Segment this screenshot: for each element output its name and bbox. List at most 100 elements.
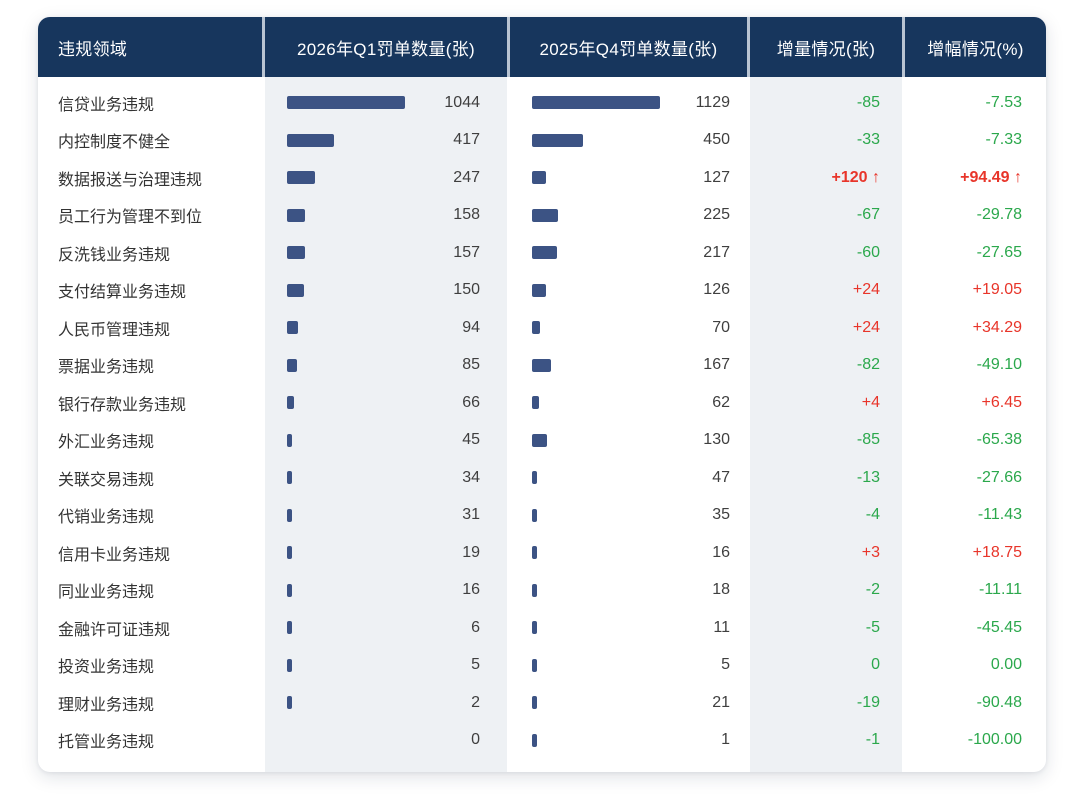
q1-value: 247 xyxy=(315,169,507,187)
q1-cell: 45 xyxy=(265,422,507,460)
violation-category-label: 外汇业务违规 xyxy=(38,422,262,460)
table-row: 票据业务违规 85 167 -82 -49.10 xyxy=(38,347,1046,385)
rate-value: -27.65 xyxy=(905,234,1046,272)
q4-cell: 167 xyxy=(510,347,747,385)
q1-cell: 66 xyxy=(265,384,507,422)
delta-value: -60 xyxy=(750,234,902,272)
q1-cell: 2 xyxy=(265,684,507,722)
header-delta-percent: 增幅情况(%) xyxy=(905,17,1046,77)
rate-value: +18.75 xyxy=(905,534,1046,572)
table-row: 代销业务违规 31 35 -4 -11.43 xyxy=(38,497,1046,535)
q4-cell: 35 xyxy=(510,497,747,535)
q4-cell: 70 xyxy=(510,309,747,347)
q1-bar xyxy=(287,359,297,372)
table-row: 员工行为管理不到位 158 225 -67 -29.78 xyxy=(38,197,1046,235)
q4-value: 16 xyxy=(537,544,747,562)
rate-value: -49.10 xyxy=(905,347,1046,385)
q1-value: 150 xyxy=(304,281,507,299)
table-row: 托管业务违规 0 1 -1 -100.00 xyxy=(38,722,1046,760)
q4-value: 130 xyxy=(547,431,747,449)
rate-value: -90.48 xyxy=(905,684,1046,722)
q4-bar xyxy=(532,284,546,297)
q4-value: 5 xyxy=(537,656,747,674)
q1-value: 0 xyxy=(287,731,507,749)
table-row: 关联交易违规 34 47 -13 -27.66 xyxy=(38,459,1046,497)
q1-value: 16 xyxy=(292,581,507,599)
q4-cell: 1129 xyxy=(510,84,747,122)
header-2026-q1-count: 2026年Q1罚单数量(张) xyxy=(265,17,507,77)
q1-cell: 16 xyxy=(265,572,507,610)
q1-value: 157 xyxy=(305,244,507,262)
delta-value: -33 xyxy=(750,122,902,160)
violation-category-label: 关联交易违规 xyxy=(38,459,262,497)
q4-bar xyxy=(532,134,583,147)
delta-value: -2 xyxy=(750,572,902,610)
q1-cell: 31 xyxy=(265,497,507,535)
rate-value: +6.45 xyxy=(905,384,1046,422)
delta-value: -85 xyxy=(750,422,902,460)
violation-category-label: 金融许可证违规 xyxy=(38,609,262,647)
q4-value: 62 xyxy=(539,394,747,412)
violation-category-label: 内控制度不健全 xyxy=(38,122,262,160)
q4-value: 167 xyxy=(551,356,747,374)
rate-value: -29.78 xyxy=(905,197,1046,235)
q1-value: 1044 xyxy=(405,94,507,112)
q1-bar xyxy=(287,134,334,147)
q4-bar xyxy=(532,96,660,109)
q1-cell: 85 xyxy=(265,347,507,385)
violation-category-label: 人民币管理违规 xyxy=(38,309,262,347)
q4-cell: 225 xyxy=(510,197,747,235)
q1-value: 31 xyxy=(292,506,507,524)
q1-bar xyxy=(287,321,298,334)
rate-value: +19.05 xyxy=(905,272,1046,310)
table-row: 信用卡业务违规 19 16 +3 +18.75 xyxy=(38,534,1046,572)
violation-category-label: 员工行为管理不到位 xyxy=(38,197,262,235)
delta-value: -1 xyxy=(750,722,902,760)
delta-value: -4 xyxy=(750,497,902,535)
penalty-table-card: 违规领域 2026年Q1罚单数量(张) 2025年Q4罚单数量(张) 增量情况(… xyxy=(38,17,1046,772)
rate-value: -100.00 xyxy=(905,722,1046,760)
q1-value: 45 xyxy=(292,431,507,449)
q1-cell: 0 xyxy=(265,722,507,760)
q1-cell: 5 xyxy=(265,647,507,685)
violation-category-label: 票据业务违规 xyxy=(38,347,262,385)
q4-value: 35 xyxy=(537,506,747,524)
q4-cell: 5 xyxy=(510,647,747,685)
rate-value: +34.29 xyxy=(905,309,1046,347)
header-violation-category: 违规领域 xyxy=(38,17,262,77)
q4-cell: 127 xyxy=(510,159,747,197)
q4-bar xyxy=(532,246,557,259)
q4-value: 127 xyxy=(546,169,747,187)
rate-value: -65.38 xyxy=(905,422,1046,460)
table-row: 同业业务违规 16 18 -2 -11.11 xyxy=(38,572,1046,610)
table-row: 数据报送与治理违规 247 127 +120 ↑ +94.49 ↑ xyxy=(38,159,1046,197)
q4-cell: 47 xyxy=(510,459,747,497)
delta-value: +120 ↑ xyxy=(750,159,902,197)
q4-value: 450 xyxy=(583,131,747,149)
header-delta-count: 增量情况(张) xyxy=(750,17,902,77)
table-row: 内控制度不健全 417 450 -33 -7.33 xyxy=(38,122,1046,160)
q4-bar xyxy=(532,209,558,222)
rate-value: +94.49 ↑ xyxy=(905,159,1046,197)
q4-bar xyxy=(532,434,547,447)
q1-cell: 158 xyxy=(265,197,507,235)
q4-value: 126 xyxy=(546,281,747,299)
violation-category-label: 数据报送与治理违规 xyxy=(38,159,262,197)
q1-value: 66 xyxy=(294,394,507,412)
q4-value: 1 xyxy=(537,731,747,749)
q1-value: 2 xyxy=(292,694,507,712)
violation-category-label: 反洗钱业务违规 xyxy=(38,234,262,272)
q4-cell: 130 xyxy=(510,422,747,460)
violation-category-label: 同业业务违规 xyxy=(38,572,262,610)
q1-cell: 34 xyxy=(265,459,507,497)
table-row: 银行存款业务违规 66 62 +4 +6.45 xyxy=(38,384,1046,422)
q4-value: 21 xyxy=(537,694,747,712)
q1-bar xyxy=(287,396,294,409)
rate-value: -7.53 xyxy=(905,84,1046,122)
q1-bar xyxy=(287,284,304,297)
table-row: 理财业务违规 2 21 -19 -90.48 xyxy=(38,684,1046,722)
q1-value: 19 xyxy=(292,544,507,562)
violation-category-label: 信用卡业务违规 xyxy=(38,534,262,572)
q1-cell: 247 xyxy=(265,159,507,197)
q1-bar xyxy=(287,171,315,184)
